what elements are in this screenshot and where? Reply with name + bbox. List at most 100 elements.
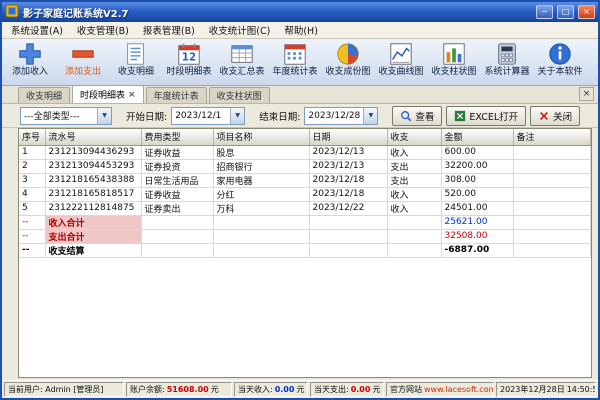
cell-serial: -- <box>19 243 46 258</box>
tab-label: 时段明细表 <box>80 91 126 101</box>
column-header[interactable]: 收支 <box>387 129 442 146</box>
view-button-label: 查看 <box>415 111 435 123</box>
status-bar: 当前用户: Admin [管理员] 账户余额: 51608.00 元 当天收入:… <box>2 380 598 398</box>
add-income-button[interactable]: 添加收入 <box>4 40 56 84</box>
table-row[interactable]: 2 231213094453293 证券投资 招商银行 2023/12/13 支… <box>19 159 591 174</box>
pie-chart-label: 收支成份图 <box>325 67 371 77</box>
tab[interactable]: 收支柱状图 × <box>208 87 270 103</box>
detail-button[interactable]: 收支明细 <box>110 40 162 84</box>
tab[interactable]: 年度统计表 × <box>145 87 207 103</box>
cell-flow-no: 支出合计 <box>45 229 142 244</box>
about-label: 关于本软件 <box>537 67 583 77</box>
column-header[interactable]: 金额 <box>441 129 514 146</box>
column-header[interactable]: 序号 <box>19 129 46 146</box>
document-icon <box>123 41 149 67</box>
info-icon <box>547 41 573 67</box>
plus-icon <box>17 41 43 67</box>
menu-item[interactable]: 帮助(H) <box>277 22 325 38</box>
column-header[interactable]: 项目名称 <box>213 129 310 146</box>
maximize-button[interactable]: □ <box>557 5 574 19</box>
start-date-value: 2023/12/1 <box>175 110 222 121</box>
tab-label: 年度统计表 <box>153 92 199 102</box>
type-filter-select[interactable]: ---全部类型--- ▼ <box>20 106 112 125</box>
table-row[interactable]: 3 231218165438388 日常生活用品 家用电器 2023/12/18… <box>19 173 591 188</box>
cell-direction <box>387 229 442 244</box>
cell-direction: 支出 <box>387 173 442 188</box>
menu-item[interactable]: 系统设置(A) <box>4 22 70 38</box>
title-bar: 影子家庭记账系统V2.7 ─ □ × <box>2 2 598 22</box>
cell-serial: 2 <box>19 159 46 174</box>
start-date-select[interactable]: 2023/12/1 ▼ <box>171 106 246 125</box>
minimize-button[interactable]: ─ <box>536 5 553 19</box>
tab-close-icon[interactable]: × <box>128 90 136 100</box>
table-row[interactable]: -- 收入合计 25621.00 <box>19 215 591 230</box>
close-button[interactable]: × <box>578 5 595 19</box>
add-expense-label: 添加支出 <box>64 67 101 77</box>
annual-stats-button[interactable]: 年度统计表 <box>269 40 321 84</box>
chevron-down-icon[interactable]: ▼ <box>363 107 378 124</box>
balance-label: 账户余额: <box>130 385 165 394</box>
tab[interactable]: 时段明细表 × <box>72 85 144 103</box>
cell-item: 招商银行 <box>213 159 310 174</box>
calculator-button[interactable]: 系统计算器 <box>481 40 533 84</box>
tab[interactable]: 收支明细 × <box>18 87 71 103</box>
column-header[interactable]: 流水号 <box>45 129 142 146</box>
cell-date: 2023/12/22 <box>309 201 388 216</box>
cell-date <box>309 243 388 258</box>
menu-item[interactable]: 收支统计图(C) <box>202 22 278 38</box>
close-view-button[interactable]: 关闭 <box>530 105 581 126</box>
chevron-down-icon[interactable]: ▼ <box>97 107 111 124</box>
cell-item <box>213 215 310 230</box>
summary-button[interactable]: 收支汇总表 <box>216 40 268 84</box>
chevron-down-icon[interactable]: ▼ <box>230 107 245 124</box>
bar-chart-button[interactable]: 收支柱状图 <box>428 40 480 84</box>
minus-icon <box>70 41 96 67</box>
cell-direction <box>387 215 442 230</box>
view-button[interactable]: 查看 <box>392 105 443 126</box>
cell-date: 2023/12/13 <box>309 159 388 174</box>
cell-note <box>513 187 591 202</box>
menu-item[interactable]: 收支管理(B) <box>70 22 136 38</box>
pie-chart-button[interactable]: 收支成份图 <box>322 40 374 84</box>
income-value: 0.00 <box>274 385 295 394</box>
cell-type: 日常生活用品 <box>141 173 214 188</box>
tab-bar: 收支明细 × 时段明细表 × 年度统计表 × 收支柱状图 × × <box>2 85 598 104</box>
column-header[interactable]: 日期 <box>309 129 388 146</box>
column-header[interactable]: 费用类型 <box>141 129 214 146</box>
cell-amount: 520.00 <box>441 187 514 202</box>
about-button[interactable]: 关于本软件 <box>534 40 586 84</box>
cell-note <box>513 243 591 258</box>
site-link[interactable]: www.lacesoft.com <box>424 385 493 394</box>
table-row[interactable]: 5 231222112814875 证券卖出 万科 2023/12/22 收入 … <box>19 201 591 216</box>
cell-item: 家用电器 <box>213 173 310 188</box>
records-table-container: 序号 流水号 费用类型 项目名称 日期 收支 金额 备注 1 231213094… <box>18 128 592 378</box>
summary-label: 收支汇总表 <box>219 67 265 77</box>
add-expense-button[interactable]: 添加支出 <box>57 40 109 84</box>
table-row[interactable]: 1 231213094436293 证券收益 股息 2023/12/13 收入 … <box>19 145 591 160</box>
add-income-label: 添加收入 <box>11 67 48 77</box>
table-row[interactable]: -- 收支结算 -6887.00 <box>19 243 591 258</box>
annual-stats-label: 年度统计表 <box>272 67 318 77</box>
table-row[interactable]: 4 231218165818517 证券收益 分红 2023/12/18 收入 … <box>19 187 591 202</box>
cell-direction <box>387 243 442 258</box>
status-date: 2023年12月28日 <box>500 385 565 394</box>
line-chart-button[interactable]: 收支曲线图 <box>375 40 427 84</box>
cell-amount: 32200.00 <box>441 159 514 174</box>
tabstrip-close-icon[interactable]: × <box>579 87 594 101</box>
period-detail-button[interactable]: 12 时段明细表 <box>163 40 215 84</box>
calendar-12-icon: 12 <box>176 41 202 67</box>
table-row[interactable]: -- 支出合计 32508.00 <box>19 229 591 244</box>
status-balance: 账户余额: 51608.00 元 <box>126 382 232 397</box>
cell-date: 2023/12/18 <box>309 173 388 188</box>
cell-type: 证券收益 <box>141 145 214 160</box>
cell-serial: 3 <box>19 173 46 188</box>
end-date-select[interactable]: 2023/12/28 ▼ <box>304 106 379 125</box>
status-today-income: 当天收入: 0.00 元 <box>234 382 308 397</box>
excel-open-button[interactable]: EXCEL打开 <box>446 105 527 126</box>
menu-item[interactable]: 报表管理(B) <box>136 22 202 38</box>
cell-date <box>309 215 388 230</box>
calculator-label: 系统计算器 <box>484 67 530 77</box>
cell-flow-no: 231213094436293 <box>45 145 142 160</box>
column-header[interactable]: 备注 <box>513 129 591 146</box>
close-x-icon <box>538 110 550 122</box>
